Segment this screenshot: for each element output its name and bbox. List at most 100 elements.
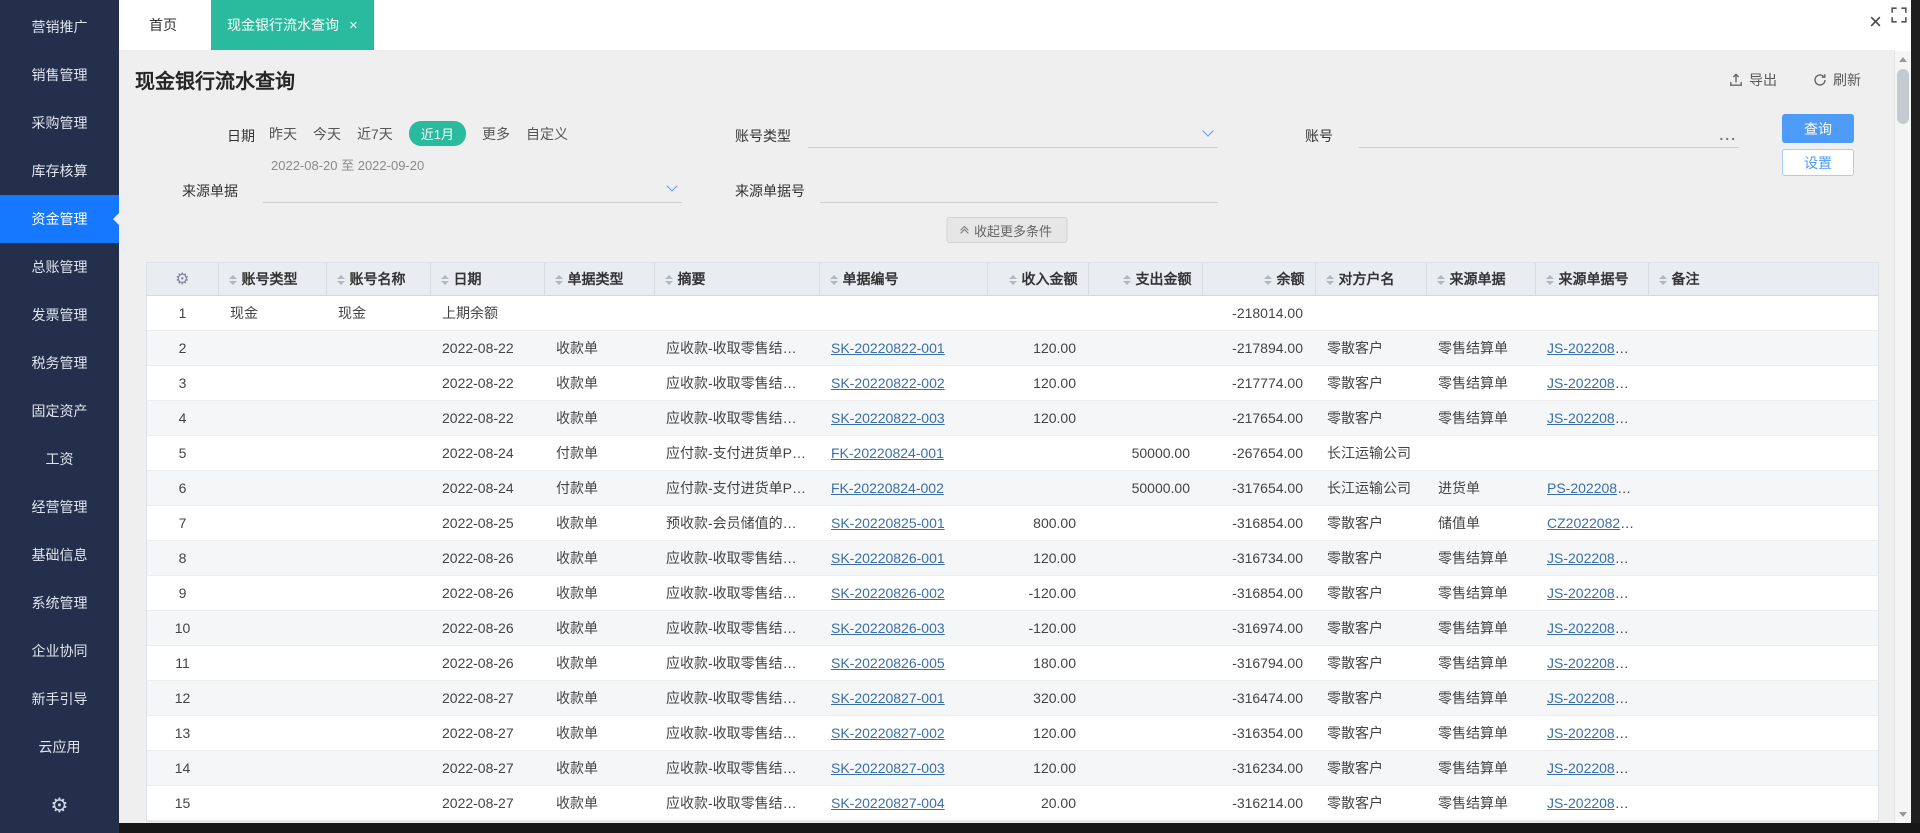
table-cell: SK-20220827-001 xyxy=(819,680,987,716)
document-link[interactable]: PS-20220824-0 xyxy=(1547,480,1645,496)
document-link[interactable]: JS-20220822-0 xyxy=(1547,410,1643,426)
document-link[interactable]: SK-20220827-001 xyxy=(831,690,945,706)
column-settings-gear-icon[interactable]: ⚙ xyxy=(175,271,189,288)
tab-home[interactable]: 首页 xyxy=(149,0,177,50)
document-link[interactable]: SK-20220822-002 xyxy=(831,375,945,391)
document-link[interactable]: SK-20220827-002 xyxy=(831,725,945,741)
document-link[interactable]: SK-20220826-003 xyxy=(831,620,945,636)
date-option-4[interactable]: 近1月 xyxy=(408,121,467,146)
table-cell: SK-20220826-005 xyxy=(819,645,987,681)
table-cell xyxy=(1648,400,1878,436)
query-button[interactable]: 查询 xyxy=(1782,114,1854,143)
sidebar-item-12[interactable]: 基础信息 xyxy=(0,531,119,579)
column-header-5[interactable]: 摘要 xyxy=(654,263,820,296)
document-link[interactable]: SK-20220827-003 xyxy=(831,760,945,776)
document-link[interactable]: SK-20220826-002 xyxy=(831,585,945,601)
date-option-1[interactable]: 昨天 xyxy=(269,124,297,144)
date-option-2[interactable]: 今天 xyxy=(313,124,341,144)
scroll-up-icon[interactable] xyxy=(1895,51,1911,68)
source-doc-select[interactable] xyxy=(263,173,682,203)
sidebar-item-13[interactable]: 系统管理 xyxy=(0,579,119,627)
column-header-9[interactable]: 余额 xyxy=(1202,263,1316,296)
table-cell: 零散客户 xyxy=(1315,715,1426,751)
column-header-6[interactable]: 单据编号 xyxy=(819,263,988,296)
document-link[interactable]: SK-20220826-001 xyxy=(831,550,945,566)
document-link[interactable]: JS-20220827-0 xyxy=(1547,795,1643,811)
table-cell: 收款单 xyxy=(544,400,654,436)
column-header-7[interactable]: 收入金额 xyxy=(987,263,1089,296)
account-more-button[interactable]: ... xyxy=(1719,127,1737,143)
settings-gear-icon[interactable]: ⚙ xyxy=(51,793,69,818)
table-cell: -316854.00 xyxy=(1202,505,1315,541)
sidebar-item-15[interactable]: 新手引导 xyxy=(0,675,119,723)
document-link[interactable]: SK-20220822-001 xyxy=(831,340,945,356)
sidebar-item-6[interactable]: 总账管理 xyxy=(0,243,119,291)
document-link[interactable]: SK-20220825-001 xyxy=(831,515,945,531)
document-link[interactable]: JS-20220826-0 xyxy=(1547,620,1643,636)
table-cell: JS-20220826-0 xyxy=(1535,610,1648,646)
sidebar-item-4[interactable]: 库存核算 xyxy=(0,147,119,195)
document-link[interactable]: JS-20220826-0 xyxy=(1547,585,1643,601)
table-cell: 收款单 xyxy=(544,505,654,541)
document-link[interactable]: JS-20220826-0 xyxy=(1547,655,1643,671)
refresh-button[interactable]: 刷新 xyxy=(1813,70,1861,90)
document-link[interactable]: FK-20220824-002 xyxy=(831,480,944,496)
collapse-conditions-button[interactable]: 收起更多条件 xyxy=(945,217,1068,243)
source-doc-no-input[interactable] xyxy=(820,173,1218,203)
date-option-6[interactable]: 自定义 xyxy=(526,124,568,144)
column-header-2[interactable]: 账号名称 xyxy=(326,263,431,296)
scroll-down-icon[interactable] xyxy=(1895,806,1911,823)
table-cell: 收款单 xyxy=(544,330,654,366)
tab-active[interactable]: 现金银行流水查询 × xyxy=(211,0,374,50)
document-link[interactable]: CZ2022082500 xyxy=(1547,515,1644,531)
document-link[interactable]: SK-20220827-004 xyxy=(831,795,945,811)
tab-close-icon[interactable]: × xyxy=(349,17,358,34)
sidebar-item-2[interactable]: 销售管理 xyxy=(0,51,119,99)
document-link[interactable]: JS-20220826-0 xyxy=(1547,550,1643,566)
document-link[interactable]: FK-20220824-001 xyxy=(831,445,944,461)
sidebar-item-5[interactable]: 资金管理 xyxy=(0,195,119,243)
sidebar-item-1[interactable]: 营销推广 xyxy=(0,3,119,51)
document-link[interactable]: JS-20220827-0 xyxy=(1547,690,1643,706)
account-type-select[interactable] xyxy=(808,118,1218,148)
column-header-10[interactable]: 对方户名 xyxy=(1315,263,1427,296)
scrollbar-thumb[interactable] xyxy=(1897,69,1909,124)
vertical-scrollbar[interactable] xyxy=(1894,51,1911,823)
sidebar-item-7[interactable]: 发票管理 xyxy=(0,291,119,339)
table-cell: 预收款-会员储值的款项 xyxy=(654,505,819,541)
column-header-11[interactable]: 来源单据 xyxy=(1426,263,1536,296)
document-link[interactable]: JS-20220822-0 xyxy=(1547,340,1643,356)
sidebar-item-16[interactable]: 云应用 xyxy=(0,723,119,771)
table-cell: 零散客户 xyxy=(1315,645,1426,681)
table-cell: JS-20220826-0 xyxy=(1535,540,1648,576)
date-option-3[interactable]: 近7天 xyxy=(357,124,393,144)
window-close-icon[interactable]: × xyxy=(1869,11,1882,33)
table-cell xyxy=(1648,750,1878,786)
sidebar-item-9[interactable]: 固定资产 xyxy=(0,387,119,435)
document-link[interactable]: SK-20220822-003 xyxy=(831,410,945,426)
column-header-12[interactable]: 来源单据号 xyxy=(1535,263,1649,296)
column-header-4[interactable]: 单据类型 xyxy=(544,263,655,296)
document-link[interactable]: JS-20220822-0 xyxy=(1547,375,1643,391)
fullscreen-icon[interactable] xyxy=(1891,7,1907,23)
column-header-3[interactable]: 日期 xyxy=(430,263,545,296)
sidebar-item-3[interactable]: 采购管理 xyxy=(0,99,119,147)
column-header-13[interactable]: 备注 xyxy=(1648,263,1878,296)
column-header-1[interactable]: 账号类型 xyxy=(218,263,327,296)
table-cell: 10 xyxy=(147,610,218,646)
document-link[interactable]: JS-20220827-0 xyxy=(1547,760,1643,776)
sidebar-item-14[interactable]: 企业协同 xyxy=(0,627,119,675)
sidebar-item-10[interactable]: 工资 xyxy=(0,435,119,483)
column-header-8[interactable]: 支出金额 xyxy=(1088,263,1203,296)
settings-button[interactable]: 设置 xyxy=(1782,149,1854,176)
date-range-value[interactable]: 2022-08-20 至 2022-09-20 xyxy=(271,155,424,174)
document-link[interactable]: SK-20220826-005 xyxy=(831,655,945,671)
document-link[interactable]: JS-20220827-0 xyxy=(1547,725,1643,741)
sidebar-item-11[interactable]: 经营管理 xyxy=(0,483,119,531)
table-cell: 13 xyxy=(147,715,218,751)
export-button[interactable]: 导出 xyxy=(1729,70,1777,90)
date-option-5[interactable]: 更多 xyxy=(482,124,510,144)
sidebar-item-8[interactable]: 税务管理 xyxy=(0,339,119,387)
account-input[interactable]: ... xyxy=(1359,118,1739,148)
table-cell: JS-20220822-0 xyxy=(1535,330,1648,366)
